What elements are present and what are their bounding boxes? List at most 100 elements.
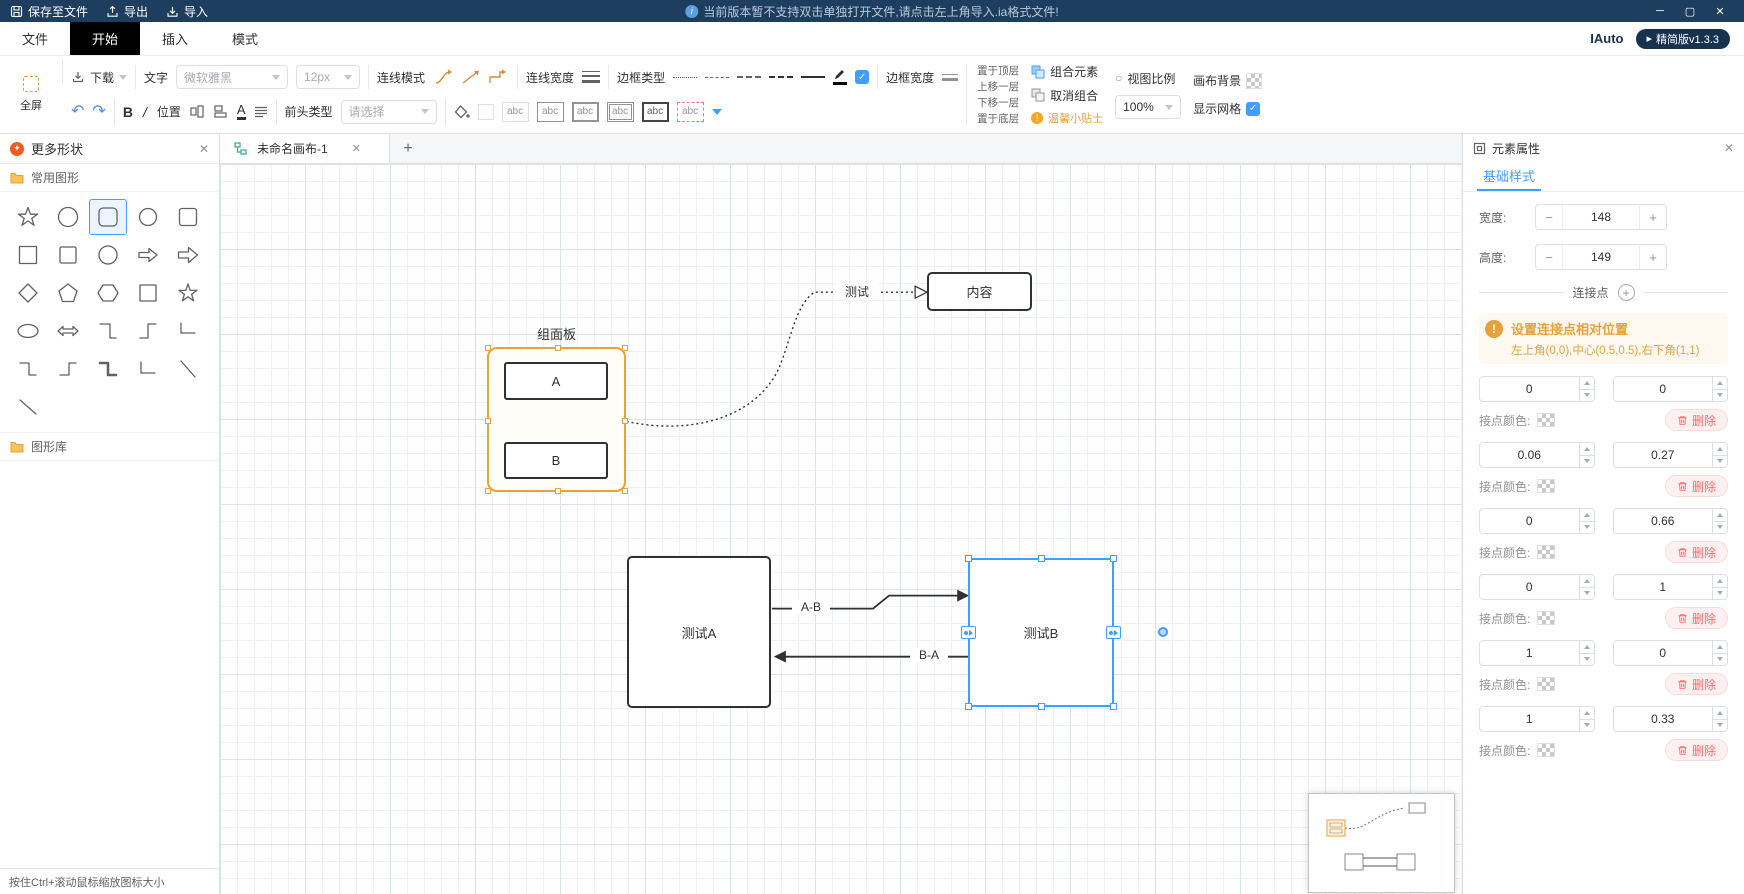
line-width-icon[interactable] (582, 71, 600, 83)
shape-circle-icon[interactable] (89, 237, 127, 273)
menu-insert[interactable]: 插入 (140, 22, 210, 55)
spinner-down-icon[interactable] (1580, 719, 1594, 732)
text-style-preset[interactable]: abc (677, 102, 704, 122)
bold-button[interactable]: B (123, 104, 133, 120)
spinner-up-icon[interactable] (1713, 575, 1727, 587)
italic-button[interactable]: / (141, 104, 149, 120)
shape-line-icon[interactable] (169, 351, 207, 387)
border-solid-icon[interactable] (801, 76, 825, 78)
ungroup-button[interactable]: 取消组合 (1031, 87, 1103, 104)
spinner-up-icon[interactable] (1713, 641, 1727, 653)
justify-icon[interactable] (254, 106, 268, 118)
delete-point-button[interactable]: 删除 (1665, 739, 1728, 761)
tab-basic-style[interactable]: 基础样式 (1477, 162, 1541, 191)
point-y-input[interactable] (1613, 574, 1714, 600)
point-y-input[interactable] (1613, 442, 1714, 468)
group-elements-button[interactable]: 组合元素 (1031, 63, 1103, 80)
node-test-a[interactable]: 测试A (627, 556, 771, 708)
add-connection-point-button[interactable]: + (1618, 284, 1635, 301)
point-y-input[interactable] (1613, 706, 1714, 732)
spinner-down-icon[interactable] (1580, 455, 1594, 468)
curve-connector-icon[interactable] (433, 68, 455, 86)
spinner-down-icon[interactable] (1713, 521, 1727, 534)
maximize-icon[interactable]: ▢ (1676, 1, 1704, 21)
spinner-up-icon[interactable] (1713, 443, 1727, 455)
resize-handle[interactable] (485, 488, 491, 494)
resize-handle[interactable] (1038, 555, 1045, 562)
tips-button[interactable]: ! 温馨小贴士 (1031, 110, 1103, 126)
spinner-up-icon[interactable] (1580, 641, 1594, 653)
edge-dotted-label[interactable]: 测试 (836, 283, 878, 300)
spinner-down-icon[interactable] (1713, 719, 1727, 732)
spinner-down-icon[interactable] (1580, 521, 1594, 534)
spinner-up-icon[interactable] (1713, 707, 1727, 719)
point-color-swatch[interactable] (1537, 413, 1555, 427)
text-style-preset[interactable]: abc (642, 102, 669, 122)
fill-bucket-icon[interactable] (454, 105, 470, 119)
point-x-input[interactable] (1479, 442, 1580, 468)
shape-square-icon[interactable] (9, 237, 47, 273)
undo-icon[interactable]: ↶ (71, 104, 84, 120)
menu-home[interactable]: 开始 (70, 22, 140, 55)
shape-hexagon-icon[interactable] (89, 275, 127, 311)
shape-elbow-connector-icon[interactable] (169, 313, 207, 349)
sidebar-close-icon[interactable]: ✕ (199, 142, 209, 156)
menu-file[interactable]: 文件 (0, 22, 70, 55)
resize-handle[interactable] (622, 488, 628, 494)
spinner-up-icon[interactable] (1580, 707, 1594, 719)
shape-elbow-connector-icon[interactable] (129, 351, 167, 387)
resize-handle[interactable] (485, 345, 491, 351)
align-horizontal-icon[interactable] (189, 104, 205, 119)
height-value[interactable]: 149 (1562, 245, 1640, 269)
shape-elbow-connector-icon[interactable] (129, 313, 167, 349)
shape-pentagon-icon[interactable] (49, 275, 87, 311)
spinner-up-icon[interactable] (1713, 377, 1727, 389)
shape-arrow-right-icon[interactable] (129, 237, 167, 273)
spinner-down-icon[interactable] (1580, 389, 1594, 402)
send-to-back-button[interactable]: 置于底层 (977, 111, 1019, 126)
point-y-input[interactable] (1613, 508, 1714, 534)
delete-point-button[interactable]: 删除 (1665, 541, 1728, 563)
point-y-input[interactable] (1613, 376, 1714, 402)
section-shape-library[interactable]: 图形库 (0, 433, 219, 461)
connection-point-widget[interactable] (1106, 626, 1121, 639)
export-button[interactable]: 导出 (106, 3, 148, 20)
point-y-input[interactable] (1613, 640, 1714, 666)
shape-ellipse-icon[interactable] (9, 313, 47, 349)
shape-elbow-connector-icon[interactable] (9, 351, 47, 387)
minimize-icon[interactable]: ─ (1646, 1, 1674, 21)
node-content[interactable]: 内容 (927, 272, 1032, 311)
shape-circle-icon[interactable] (49, 199, 87, 235)
width-value[interactable]: 148 (1562, 205, 1640, 229)
border-width-icon[interactable] (942, 74, 958, 81)
send-backward-button[interactable]: 下移一层 (977, 95, 1019, 110)
shape-star-icon[interactable] (169, 275, 207, 311)
border-dashed-icon[interactable] (737, 76, 761, 78)
shape-star-icon[interactable] (9, 199, 47, 235)
shape-line-icon[interactable] (9, 389, 47, 425)
group-panel-label[interactable]: 组面板 (487, 324, 626, 343)
height-increment-button[interactable]: + (1640, 245, 1666, 269)
border-color-button[interactable] (833, 69, 847, 85)
minimap[interactable] (1308, 793, 1455, 893)
border-dotted-icon[interactable] (673, 77, 697, 78)
font-color-button[interactable]: A (237, 103, 246, 120)
font-family-select[interactable]: 微软雅黑 (176, 65, 288, 89)
resize-handle[interactable] (555, 488, 561, 494)
fill-color-swatch[interactable] (478, 104, 494, 120)
import-button[interactable]: 导入 (166, 3, 208, 20)
shape-step-connector-icon[interactable] (89, 351, 127, 387)
arrow-type-select[interactable]: 请选择 (341, 100, 437, 124)
tab-close-icon[interactable]: ✕ (352, 142, 361, 155)
shape-elbow-connector-icon[interactable] (89, 313, 127, 349)
border-color-checkbox[interactable]: ✓ (855, 70, 869, 84)
close-icon[interactable]: ✕ (1706, 1, 1734, 21)
border-longdash-icon[interactable] (769, 76, 793, 78)
menu-mode[interactable]: 模式 (210, 22, 280, 55)
canvas-tab[interactable]: 未命名画布-1 ✕ (220, 134, 390, 163)
add-tab-button[interactable]: + (390, 134, 426, 163)
delete-point-button[interactable]: 删除 (1665, 673, 1728, 695)
text-style-preset[interactable]: abc (502, 102, 529, 122)
point-color-swatch[interactable] (1537, 743, 1555, 757)
resize-handle[interactable] (622, 418, 628, 424)
